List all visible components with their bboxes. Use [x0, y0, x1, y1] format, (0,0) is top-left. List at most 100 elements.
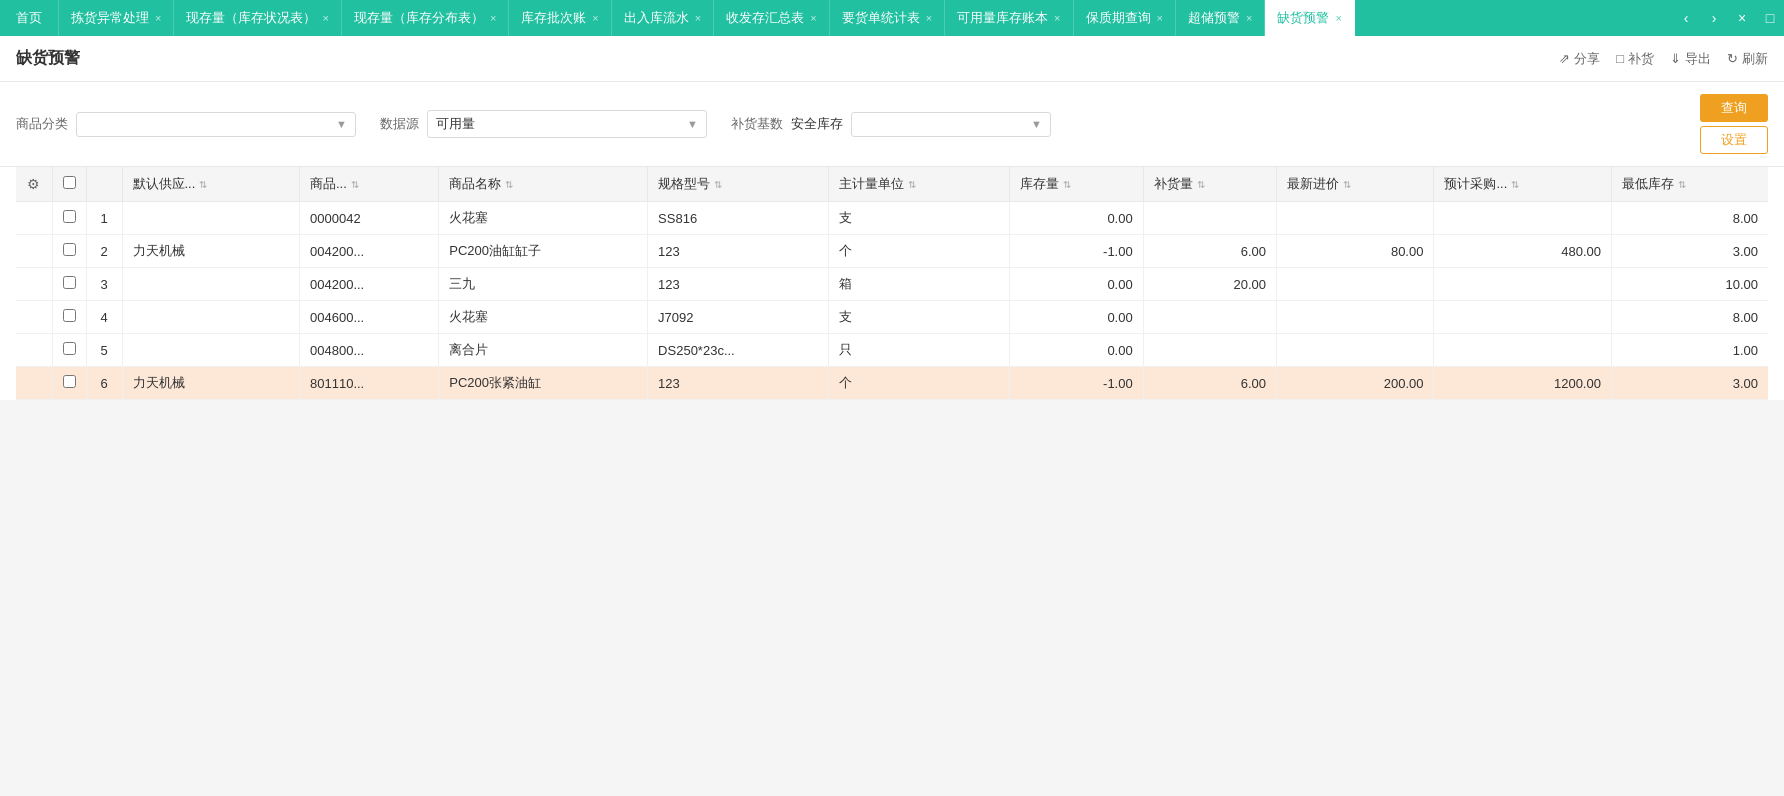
tab-nav-prev[interactable]: ‹	[1672, 0, 1700, 36]
tab-label: 收发存汇总表	[726, 9, 804, 27]
tab-collect-summary[interactable]: 收发存汇总表 ×	[714, 0, 829, 36]
sort-icon: ⇅	[1343, 179, 1351, 190]
th-stock-label: 库存量	[1020, 175, 1059, 193]
category-select[interactable]: ▼	[76, 112, 356, 137]
tab-close-icon[interactable]: ×	[1335, 12, 1341, 24]
td-unit: 箱	[828, 268, 1009, 301]
tab-label: 保质期查询	[1086, 9, 1151, 27]
td-product-code: 801110...	[300, 367, 439, 400]
td-unit: 只	[828, 334, 1009, 367]
tab-close-icon[interactable]: ×	[810, 12, 816, 24]
tab-close-icon[interactable]: ×	[490, 12, 496, 24]
tab-overstock[interactable]: 超储预警 ×	[1176, 0, 1265, 36]
th-unit[interactable]: 主计量单位 ⇅	[828, 167, 1009, 202]
th-product-code[interactable]: 商品... ⇅	[300, 167, 439, 202]
home-tab-label: 首页	[16, 9, 42, 27]
td-min-stock: 3.00	[1611, 235, 1768, 268]
row-checkbox[interactable]	[63, 276, 76, 289]
sort-icon: ⇅	[351, 179, 359, 190]
tab-close-icon[interactable]: ×	[1246, 12, 1252, 24]
refresh-button[interactable]: ↻ 刷新	[1727, 50, 1768, 68]
td-replenish: 6.00	[1143, 367, 1276, 400]
category-dropdown-icon: ▼	[336, 118, 347, 130]
share-icon: ⇗	[1559, 51, 1570, 66]
th-supplier[interactable]: 默认供应... ⇅	[122, 167, 300, 202]
td-replenish: 6.00	[1143, 235, 1276, 268]
sort-icon: ⇅	[199, 179, 207, 190]
th-min-stock[interactable]: 最低库存 ⇅	[1611, 167, 1768, 202]
td-replenish	[1143, 334, 1276, 367]
row-checkbox[interactable]	[63, 243, 76, 256]
tab-inventory-dist[interactable]: 现存量（库存分布表） ×	[342, 0, 509, 36]
row-checkbox[interactable]	[63, 342, 76, 355]
td-product-code: 004800...	[300, 334, 439, 367]
td-product-name: 离合片	[439, 334, 648, 367]
th-est-purchase[interactable]: 预计采购... ⇅	[1434, 167, 1612, 202]
th-replenish[interactable]: 补货量 ⇅	[1143, 167, 1276, 202]
replenish-button[interactable]: □ 补货	[1616, 50, 1654, 68]
datasource-filter-label: 数据源	[380, 115, 419, 133]
datasource-select[interactable]: 可用量 ▼	[427, 110, 707, 138]
th-spec[interactable]: 规格型号 ⇅	[648, 167, 829, 202]
export-button[interactable]: ⇓ 导出	[1670, 50, 1711, 68]
td-latest-price	[1277, 268, 1434, 301]
row-checkbox[interactable]	[63, 309, 76, 322]
tab-batch-account[interactable]: 库存批次账 ×	[509, 0, 611, 36]
th-latest-price[interactable]: 最新进价 ⇅	[1277, 167, 1434, 202]
td-spec: 123	[648, 367, 829, 400]
tab-demand-stats[interactable]: 要货单统计表 ×	[830, 0, 945, 36]
tab-close-icon[interactable]: ×	[322, 12, 328, 24]
replenish-basis-select[interactable]: ▼	[851, 112, 1051, 137]
td-est-purchase	[1434, 334, 1612, 367]
tab-inventory-status[interactable]: 现存量（库存状况表） ×	[174, 0, 341, 36]
td-product-name: PC200油缸缸子	[439, 235, 648, 268]
page-container: 缺货预警 ⇗ 分享 □ 补货 ⇓ 导出 ↻ 刷新 商品分类	[0, 36, 1784, 400]
tab-window-maximize[interactable]: □	[1756, 0, 1784, 36]
th-min-stock-label: 最低库存	[1622, 175, 1674, 193]
filter-actions: 查询 设置	[1700, 94, 1768, 154]
tab-close-icon[interactable]: ×	[926, 12, 932, 24]
th-est-purchase-label: 预计采购...	[1444, 175, 1507, 193]
tab-close-icon[interactable]: ×	[1157, 12, 1163, 24]
tab-inout-flow[interactable]: 出入库流水 ×	[612, 0, 714, 36]
tab-chain-exception[interactable]: 拣货异常处理 ×	[59, 0, 174, 36]
tab-close-icon[interactable]: ×	[1054, 12, 1060, 24]
query-button[interactable]: 查询	[1700, 94, 1768, 122]
refresh-label: 刷新	[1742, 50, 1768, 68]
td-supplier	[122, 268, 300, 301]
tab-available-ledger[interactable]: 可用量库存账本 ×	[945, 0, 1073, 36]
td-no: 4	[86, 301, 122, 334]
column-settings-icon[interactable]: ⚙	[27, 176, 40, 192]
tab-close-icon[interactable]: ×	[695, 12, 701, 24]
td-latest-price	[1277, 334, 1434, 367]
th-product-name-label: 商品名称	[449, 175, 501, 193]
select-all-checkbox[interactable]	[63, 176, 76, 189]
td-spec: DS250*23c...	[648, 334, 829, 367]
td-unit: 支	[828, 202, 1009, 235]
td-product-name: 火花塞	[439, 202, 648, 235]
tab-window-close[interactable]: ×	[1728, 0, 1756, 36]
th-stock[interactable]: 库存量 ⇅	[1010, 167, 1143, 202]
th-product-name[interactable]: 商品名称 ⇅	[439, 167, 648, 202]
share-button[interactable]: ⇗ 分享	[1559, 50, 1600, 68]
row-checkbox[interactable]	[63, 210, 76, 223]
tab-close-icon[interactable]: ×	[155, 12, 161, 24]
tab-expiry-query[interactable]: 保质期查询 ×	[1074, 0, 1176, 36]
td-min-stock: 8.00	[1611, 301, 1768, 334]
td-supplier	[122, 202, 300, 235]
settings-button[interactable]: 设置	[1700, 126, 1768, 154]
sort-icon: ⇅	[505, 179, 513, 190]
tab-home[interactable]: 首页	[0, 0, 59, 36]
tab-shortage[interactable]: 缺货预警 ×	[1265, 0, 1354, 36]
tab-nav-next[interactable]: ›	[1700, 0, 1728, 36]
data-table: ⚙ 默认供应... ⇅ 商品...	[16, 167, 1768, 400]
td-unit: 支	[828, 301, 1009, 334]
td-est-purchase: 480.00	[1434, 235, 1612, 268]
tab-label: 现存量（库存状况表）	[186, 9, 316, 27]
tab-label: 库存批次账	[521, 9, 586, 27]
tab-close-icon[interactable]: ×	[592, 12, 598, 24]
sort-icon: ⇅	[1511, 179, 1519, 190]
row-checkbox[interactable]	[63, 375, 76, 388]
tab-label: 现存量（库存分布表）	[354, 9, 484, 27]
td-supplier	[122, 301, 300, 334]
